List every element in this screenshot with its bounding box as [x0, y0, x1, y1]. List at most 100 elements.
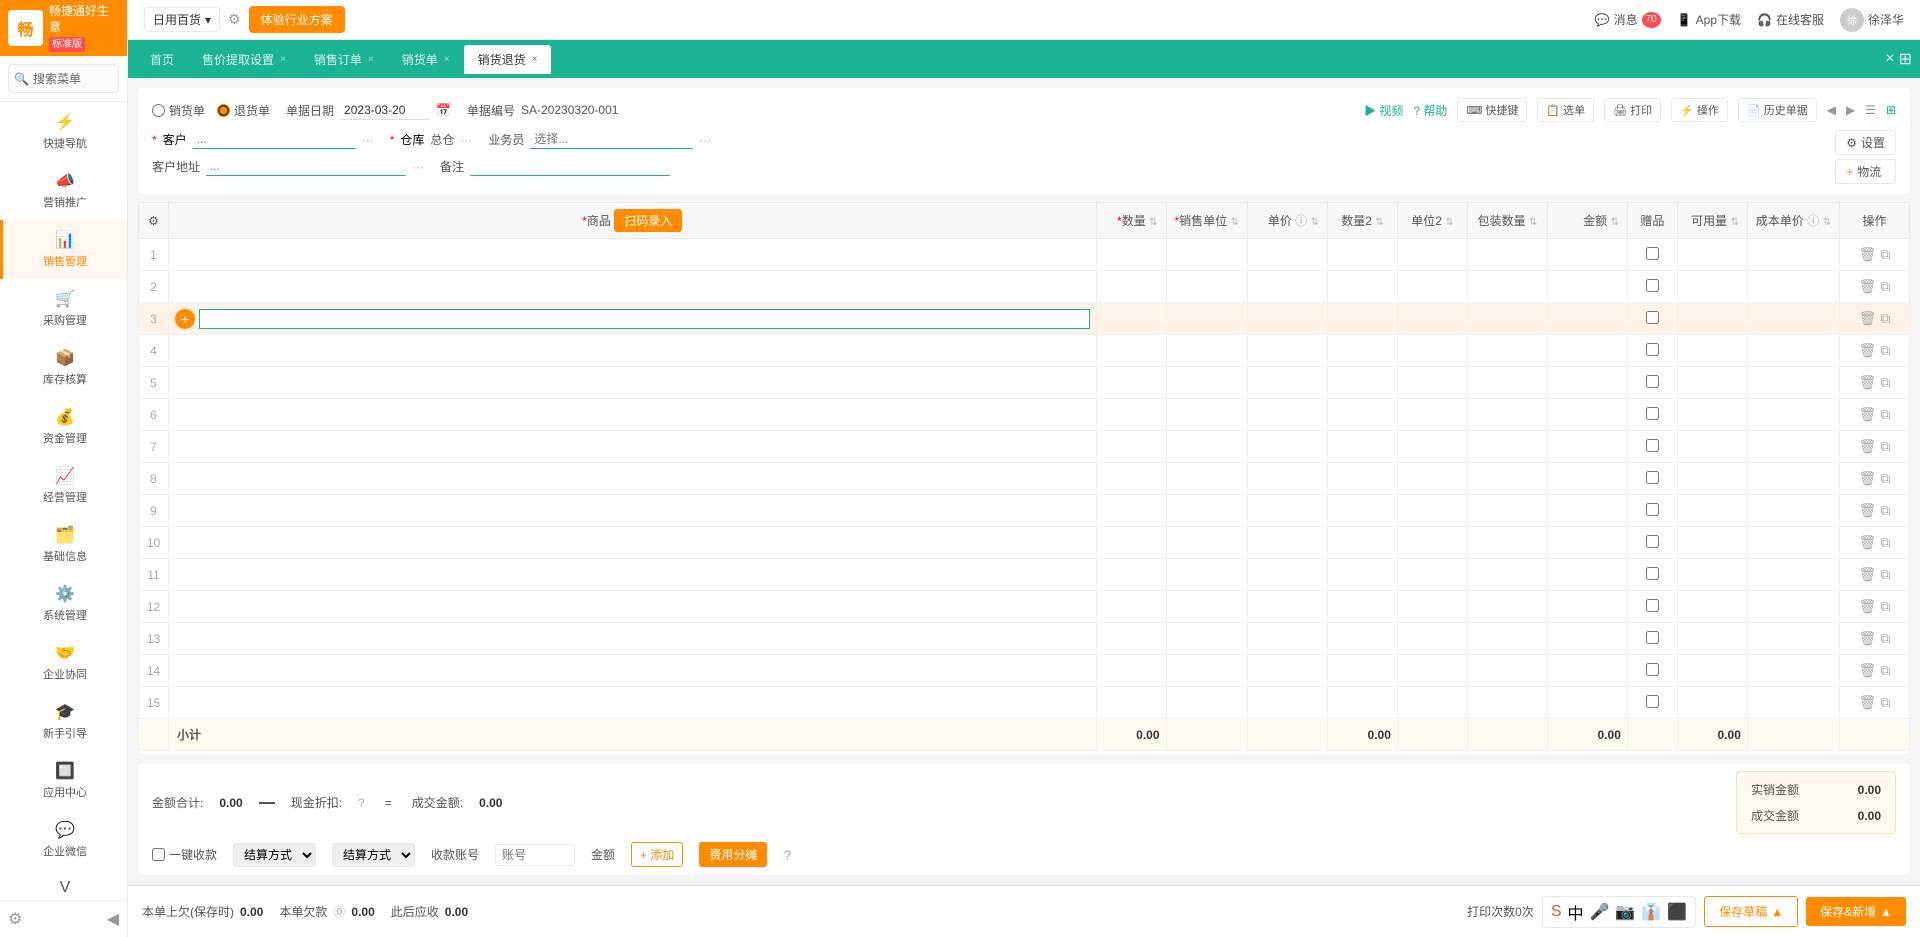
gift-checkbox[interactable] — [1646, 439, 1659, 452]
product-cell[interactable] — [169, 399, 1097, 431]
app-download-button[interactable]: 📱 App下载 — [1677, 11, 1741, 28]
pkg-cell[interactable] — [1467, 303, 1547, 335]
sort-icon[interactable]: ⇅ — [1731, 217, 1739, 228]
gift-cell[interactable] — [1627, 303, 1677, 335]
qty2-cell[interactable] — [1327, 335, 1397, 367]
unit2-cell[interactable] — [1397, 623, 1467, 655]
qty-cell[interactable] — [1096, 431, 1166, 463]
gift-cell[interactable] — [1627, 687, 1677, 719]
unit-cell[interactable] — [1166, 367, 1247, 399]
amount-cell[interactable] — [1547, 271, 1627, 303]
qty-cell[interactable] — [1096, 239, 1166, 271]
unit-cell[interactable] — [1166, 527, 1247, 559]
qty-cell[interactable] — [1096, 623, 1166, 655]
video-link[interactable]: ▶ 视频 — [1364, 102, 1403, 119]
pkg-cell[interactable] — [1467, 431, 1547, 463]
amount-cell[interactable] — [1547, 399, 1627, 431]
sidebar-item-appstore[interactable]: 🔲 应用中心 — [0, 751, 127, 810]
available-cell[interactable] — [1677, 623, 1747, 655]
qty-cell[interactable] — [1096, 591, 1166, 623]
price-cell[interactable] — [1247, 495, 1327, 527]
info-icon[interactable]: ⓘ — [1807, 214, 1819, 228]
cost-cell[interactable] — [1747, 239, 1839, 271]
product-cell[interactable] — [169, 239, 1097, 271]
split-button[interactable]: 费用分摊 — [699, 842, 767, 867]
chevron-up-icon[interactable]: ▲ — [1880, 905, 1892, 919]
qty2-cell[interactable] — [1327, 495, 1397, 527]
pkg-cell[interactable] — [1467, 335, 1547, 367]
unit2-cell[interactable] — [1397, 495, 1467, 527]
copy-icon[interactable]: ⧉ — [1880, 438, 1890, 455]
product-cell[interactable] — [169, 271, 1097, 303]
available-cell[interactable] — [1677, 367, 1747, 399]
delete-icon[interactable]: 🗑 — [1859, 246, 1877, 263]
sort-icon[interactable]: ⇅ — [1311, 217, 1319, 228]
unit-cell[interactable] — [1166, 463, 1247, 495]
qty2-cell[interactable] — [1327, 463, 1397, 495]
available-cell[interactable] — [1677, 303, 1747, 335]
online-service-button[interactable]: 🎧 在线客服 — [1757, 11, 1824, 28]
print-button[interactable]: 🖨 打印 — [1604, 98, 1661, 122]
qty2-cell[interactable] — [1327, 655, 1397, 687]
price-cell[interactable] — [1247, 463, 1327, 495]
view-grid-icon[interactable]: ⊞ — [1886, 103, 1896, 117]
tab-home[interactable]: 首页 — [136, 45, 188, 74]
sidebar-item-wechat[interactable]: 💬 企业微信 — [0, 810, 127, 869]
cost-cell[interactable] — [1747, 495, 1839, 527]
qty2-cell[interactable] — [1327, 367, 1397, 399]
delete-icon[interactable]: 🗑 — [1859, 694, 1877, 711]
available-cell[interactable] — [1677, 495, 1747, 527]
pkg-cell[interactable] — [1467, 687, 1547, 719]
product-cell[interactable] — [169, 431, 1097, 463]
price-cell[interactable] — [1247, 431, 1327, 463]
customer-input[interactable] — [193, 130, 356, 149]
unit2-cell[interactable] — [1397, 399, 1467, 431]
gift-checkbox[interactable] — [1646, 599, 1659, 612]
product-cell[interactable] — [169, 335, 1097, 367]
pkg-cell[interactable] — [1467, 463, 1547, 495]
unit2-cell[interactable] — [1397, 655, 1467, 687]
cost-cell[interactable] — [1747, 367, 1839, 399]
gift-cell[interactable] — [1627, 399, 1677, 431]
price-cell[interactable] — [1247, 623, 1327, 655]
unit-cell[interactable] — [1166, 623, 1247, 655]
gift-checkbox[interactable] — [1646, 663, 1659, 676]
radio-return[interactable]: 退货单 — [217, 102, 270, 119]
delete-icon[interactable]: 🗑 — [1859, 566, 1877, 583]
shirt-icon[interactable]: 👔 — [1641, 902, 1661, 922]
gift-checkbox[interactable] — [1646, 407, 1659, 420]
address-select-icon[interactable]: ··· — [412, 160, 424, 174]
gift-checkbox[interactable] — [1646, 375, 1659, 388]
amount-cell[interactable] — [1547, 335, 1627, 367]
product-cell[interactable] — [169, 463, 1097, 495]
tab-sales-delivery[interactable]: 销货单 × — [388, 45, 464, 74]
sidebar-item-newguide[interactable]: 🎓 新手引导 — [0, 692, 127, 751]
unit2-cell[interactable] — [1397, 271, 1467, 303]
warehouse-select-icon[interactable]: ··· — [460, 133, 472, 147]
chinese-input-icon[interactable]: 中 — [1567, 900, 1583, 924]
qty2-cell[interactable] — [1327, 399, 1397, 431]
sort-icon[interactable]: ⇅ — [1611, 217, 1619, 228]
price-cell[interactable] — [1247, 239, 1327, 271]
unit2-cell[interactable] — [1397, 559, 1467, 591]
delete-icon[interactable]: 🗑 — [1859, 374, 1877, 391]
message-button[interactable]: 💬 消息 70 — [1595, 11, 1661, 28]
copy-icon[interactable]: ⧉ — [1880, 694, 1890, 711]
copy-icon[interactable]: ⧉ — [1880, 470, 1890, 487]
info-icon[interactable]: ⓘ — [1295, 214, 1307, 228]
unit2-cell[interactable] — [1397, 431, 1467, 463]
col-header-gear[interactable]: ⚙ — [139, 203, 169, 239]
gift-cell[interactable] — [1627, 239, 1677, 271]
pkg-cell[interactable] — [1467, 271, 1547, 303]
unit-cell[interactable] — [1166, 303, 1247, 335]
product-cell[interactable] — [169, 623, 1097, 655]
gift-cell[interactable] — [1627, 495, 1677, 527]
amount-cell[interactable] — [1547, 623, 1627, 655]
qty2-cell[interactable] — [1327, 687, 1397, 719]
qty-cell[interactable] — [1096, 495, 1166, 527]
amount-cell[interactable] — [1547, 495, 1627, 527]
product-cell[interactable] — [169, 591, 1097, 623]
price-cell[interactable] — [1247, 655, 1327, 687]
calc-method-select[interactable]: 结算方式 — [332, 843, 415, 867]
sidebar-item-sales[interactable]: 📊 销售管理 — [0, 220, 127, 279]
